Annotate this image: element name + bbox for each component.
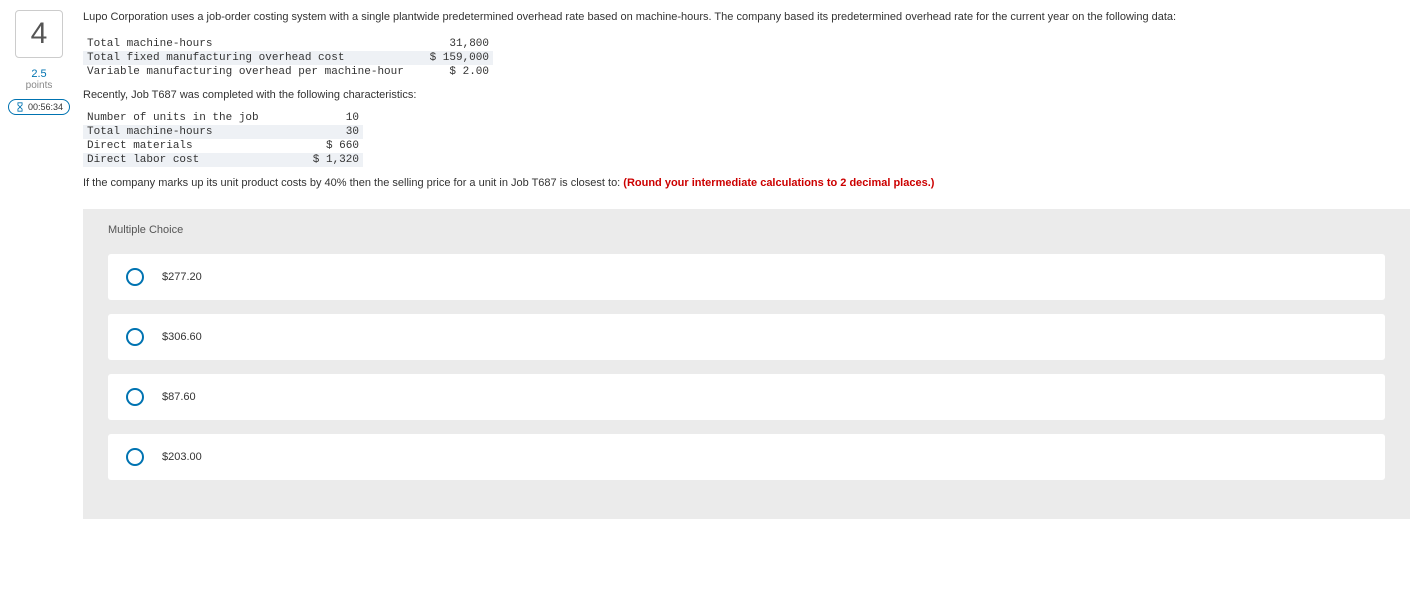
hourglass-icon [15, 102, 25, 112]
final-question-text: If the company marks up its unit product… [83, 177, 623, 189]
overhead-data-table: Total machine-hours 31,800 Total fixed m… [83, 37, 493, 79]
points-value: 2.5 [5, 68, 73, 80]
answer-option-label: $277.20 [162, 271, 202, 283]
table-row: Direct materials $ 660 [83, 139, 363, 153]
answer-option-1[interactable]: $277.20 [108, 254, 1385, 300]
rounding-warning: (Round your intermediate calculations to… [623, 177, 934, 189]
table-row: Number of units in the job 10 [83, 111, 363, 125]
job-data-table: Number of units in the job 10 Total mach… [83, 111, 363, 167]
radio-icon [126, 388, 144, 406]
question-intro: Lupo Corporation uses a job-order costin… [83, 10, 1410, 25]
question-sidebar: 4 2.5 points 00:56:34 [5, 10, 73, 519]
cell-value: $ 1,320 [303, 153, 363, 167]
cell-value: 31,800 [423, 37, 493, 51]
radio-icon [126, 448, 144, 466]
answer-option-2[interactable]: $306.60 [108, 314, 1385, 360]
cell-value: $ 2.00 [423, 65, 493, 79]
table-row: Direct labor cost $ 1,320 [83, 153, 363, 167]
table-row: Total machine-hours 30 [83, 125, 363, 139]
radio-icon [126, 268, 144, 286]
answer-option-4[interactable]: $203.00 [108, 434, 1385, 480]
cell-label: Total fixed manufacturing overhead cost [83, 51, 423, 65]
cell-label: Direct materials [83, 139, 303, 153]
multiple-choice-heading: Multiple Choice [108, 224, 1385, 236]
answers-block: Multiple Choice $277.20 $306.60 $87.60 $… [83, 209, 1410, 519]
timer-text: 00:56:34 [28, 102, 63, 112]
table-row: Total machine-hours 31,800 [83, 37, 493, 51]
table-row: Variable manufacturing overhead per mach… [83, 65, 493, 79]
answer-option-3[interactable]: $87.60 [108, 374, 1385, 420]
radio-icon [126, 328, 144, 346]
question-number-box: 4 [15, 10, 63, 58]
timer-badge: 00:56:34 [8, 99, 70, 115]
cell-label: Total machine-hours [83, 37, 423, 51]
cell-label: Direct labor cost [83, 153, 303, 167]
points-label: points [5, 80, 73, 91]
cell-label: Variable manufacturing overhead per mach… [83, 65, 423, 79]
cell-value: $ 159,000 [423, 51, 493, 65]
question-main: Lupo Corporation uses a job-order costin… [73, 10, 1410, 519]
question-final: If the company marks up its unit product… [83, 177, 1410, 189]
cell-value: 10 [303, 111, 363, 125]
cell-label: Number of units in the job [83, 111, 303, 125]
answer-option-label: $87.60 [162, 391, 196, 403]
cell-label: Total machine-hours [83, 125, 303, 139]
answer-option-label: $203.00 [162, 451, 202, 463]
answer-option-label: $306.60 [162, 331, 202, 343]
cell-value: $ 660 [303, 139, 363, 153]
table-row: Total fixed manufacturing overhead cost … [83, 51, 493, 65]
question-mid-text: Recently, Job T687 was completed with th… [83, 89, 1410, 101]
cell-value: 30 [303, 125, 363, 139]
question-number: 4 [31, 17, 48, 51]
